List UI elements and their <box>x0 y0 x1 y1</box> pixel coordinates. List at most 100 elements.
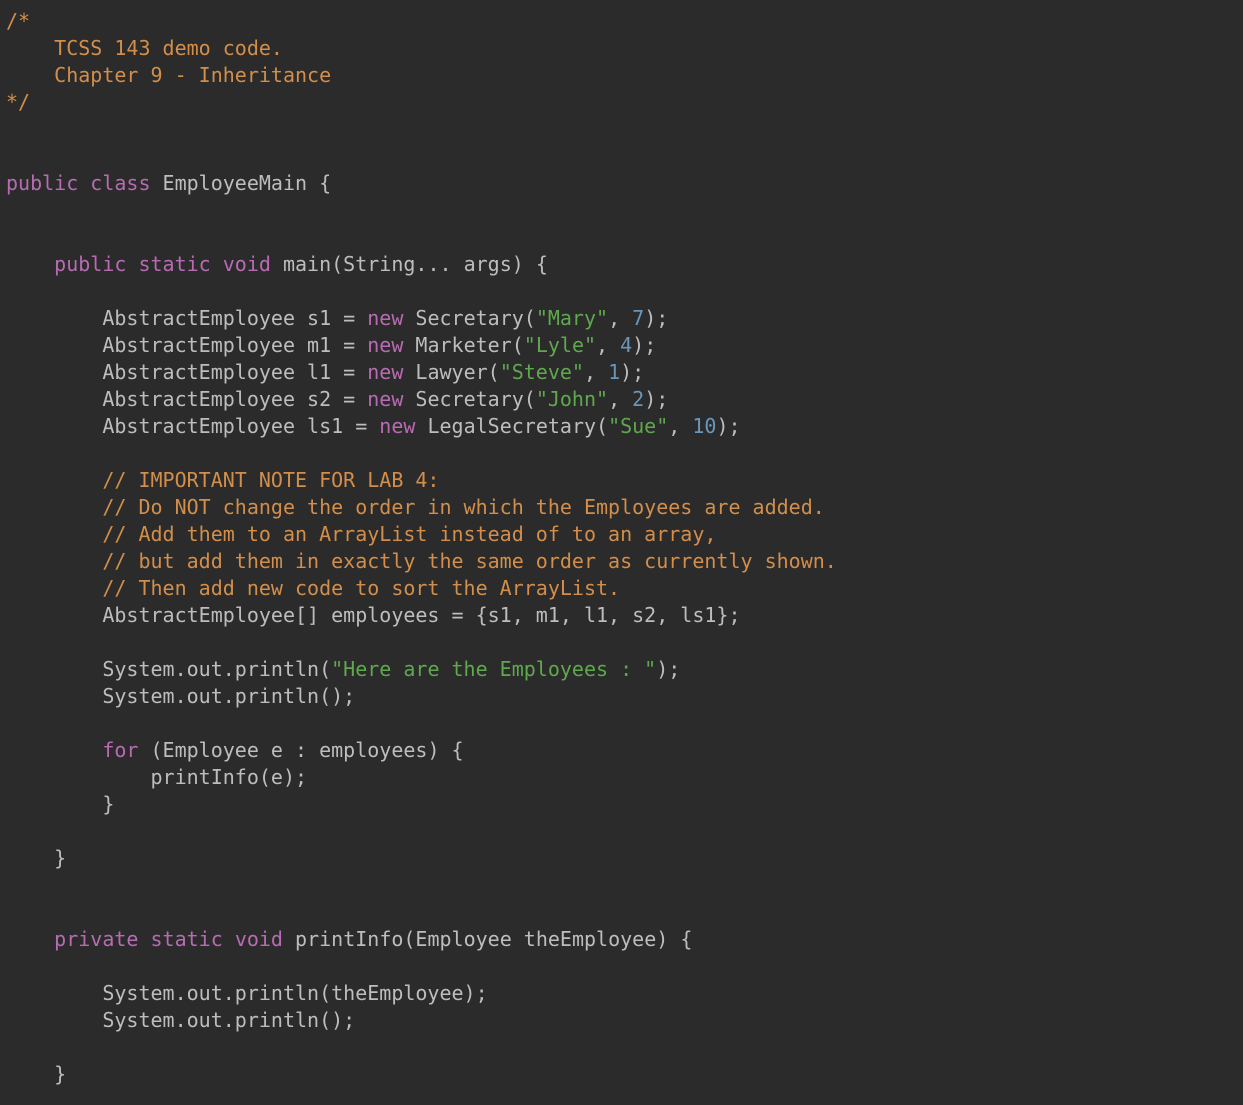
code-token-keyword: new <box>367 333 403 357</box>
code-token-plain: , <box>584 360 608 384</box>
code-token-plain <box>78 171 90 195</box>
code-token-string: "Mary" <box>536 306 608 330</box>
code-token-plain <box>6 522 102 546</box>
code-line: System.out.println(); <box>6 1008 355 1032</box>
code-line <box>6 441 18 465</box>
code-line: System.out.println(theEmployee); <box>6 981 488 1005</box>
code-token-plain <box>6 549 102 573</box>
code-token-string: "Lyle" <box>524 333 596 357</box>
code-line: // Then add new code to sort the ArrayLi… <box>6 576 620 600</box>
code-token-plain <box>6 576 102 600</box>
code-token-plain: System.out.println(theEmployee); <box>6 981 488 1005</box>
code-editor-view: /* TCSS 143 demo code. Chapter 9 - Inher… <box>0 0 1243 1105</box>
code-token-plain: Secretary( <box>403 387 535 411</box>
code-token-plain <box>126 252 138 276</box>
code-line: AbstractEmployee l1 = new Lawyer("Steve"… <box>6 360 644 384</box>
code-token-comment: // IMPORTANT NOTE FOR LAB 4: <box>102 468 439 492</box>
code-line <box>6 225 18 249</box>
code-line: } <box>6 846 66 870</box>
code-line: // Add them to an ArrayList instead of t… <box>6 522 716 546</box>
code-token-plain: ); <box>632 333 656 357</box>
code-token-keyword: static <box>151 927 223 951</box>
code-token-keyword: new <box>367 387 403 411</box>
code-token-plain <box>223 927 235 951</box>
code-line: AbstractEmployee s2 = new Secretary("Joh… <box>6 387 668 411</box>
code-token-keyword: public <box>54 252 126 276</box>
code-token-comment: // Then add new code to sort the ArrayLi… <box>102 576 620 600</box>
code-line: public class EmployeeMain { <box>6 171 331 195</box>
code-token-string: "John" <box>536 387 608 411</box>
code-line <box>6 117 18 141</box>
code-line <box>6 954 18 978</box>
code-line <box>6 279 18 303</box>
code-token-num: 7 <box>632 306 644 330</box>
code-token-num: 1 <box>608 360 620 384</box>
code-token-plain: Marketer( <box>403 333 523 357</box>
code-line: for (Employee e : employees) { <box>6 738 464 762</box>
code-token-keyword: for <box>102 738 138 762</box>
code-line: TCSS 143 demo code. <box>6 36 283 60</box>
code-line <box>6 144 18 168</box>
code-line: } <box>6 792 114 816</box>
code-token-comment: Chapter 9 - Inheritance <box>6 63 331 87</box>
code-token-plain: System.out.println( <box>6 657 331 681</box>
code-token-plain: printInfo(e); <box>6 765 307 789</box>
code-token-plain <box>138 927 150 951</box>
code-token-comment: TCSS 143 demo code. <box>6 36 283 60</box>
code-token-plain: AbstractEmployee l1 = <box>6 360 367 384</box>
code-token-plain: AbstractEmployee s2 = <box>6 387 367 411</box>
code-token-plain: ); <box>656 657 680 681</box>
code-token-comment: // but add them in exactly the same orde… <box>102 549 837 573</box>
code-line: // Do NOT change the order in which the … <box>6 495 825 519</box>
code-line: System.out.println("Here are the Employe… <box>6 657 680 681</box>
code-token-plain <box>6 495 102 519</box>
code-token-plain: System.out.println(); <box>6 684 355 708</box>
code-line: // but add them in exactly the same orde… <box>6 549 837 573</box>
code-token-plain: Lawyer( <box>403 360 499 384</box>
code-line: /* <box>6 9 30 33</box>
code-line: public static void main(String... args) … <box>6 252 548 276</box>
code-line: private static void printInfo(Employee t… <box>6 927 692 951</box>
code-line <box>6 1089 18 1105</box>
code-token-comment: // Do NOT change the order in which the … <box>102 495 824 519</box>
code-token-plain <box>6 252 54 276</box>
code-line: AbstractEmployee s1 = new Secretary("Mar… <box>6 306 668 330</box>
code-line <box>6 711 18 735</box>
code-token-plain: EmployeeMain { <box>151 171 332 195</box>
code-token-keyword: new <box>367 306 403 330</box>
code-line: // IMPORTANT NOTE FOR LAB 4: <box>6 468 439 492</box>
code-token-num: 4 <box>620 333 632 357</box>
code-token-plain <box>6 927 54 951</box>
code-token-keyword: void <box>235 927 283 951</box>
code-token-plain: } <box>6 792 114 816</box>
code-token-plain: Secretary( <box>403 306 535 330</box>
code-token-plain: AbstractEmployee[] employees = {s1, m1, … <box>6 603 741 627</box>
code-token-keyword: public <box>6 171 78 195</box>
code-line: AbstractEmployee m1 = new Marketer("Lyle… <box>6 333 656 357</box>
code-token-plain: ); <box>620 360 644 384</box>
code-token-plain: , <box>596 333 620 357</box>
code-token-plain: LegalSecretary( <box>415 414 608 438</box>
code-token-plain: (Employee e : employees) { <box>138 738 463 762</box>
code-line: } <box>6 1062 66 1086</box>
code-token-keyword: class <box>90 171 150 195</box>
code-line: System.out.println(); <box>6 684 355 708</box>
code-token-comment: /* <box>6 9 30 33</box>
code-line <box>6 873 18 897</box>
code-token-plain: ); <box>644 306 668 330</box>
code-line <box>6 630 18 654</box>
code-token-plain: } <box>6 846 66 870</box>
code-line <box>6 198 18 222</box>
code-line: */ <box>6 90 30 114</box>
code-token-keyword: private <box>54 927 138 951</box>
code-line: printInfo(e); <box>6 765 307 789</box>
code-token-keyword: void <box>223 252 271 276</box>
code-token-plain: ); <box>716 414 740 438</box>
code-token-plain: AbstractEmployee m1 = <box>6 333 367 357</box>
code-token-plain: AbstractEmployee ls1 = <box>6 414 379 438</box>
code-token-plain: System.out.println(); <box>6 1008 355 1032</box>
code-token-plain: , <box>608 306 632 330</box>
code-token-string: "Sue" <box>608 414 668 438</box>
code-token-plain <box>6 468 102 492</box>
code-line <box>6 1035 18 1059</box>
